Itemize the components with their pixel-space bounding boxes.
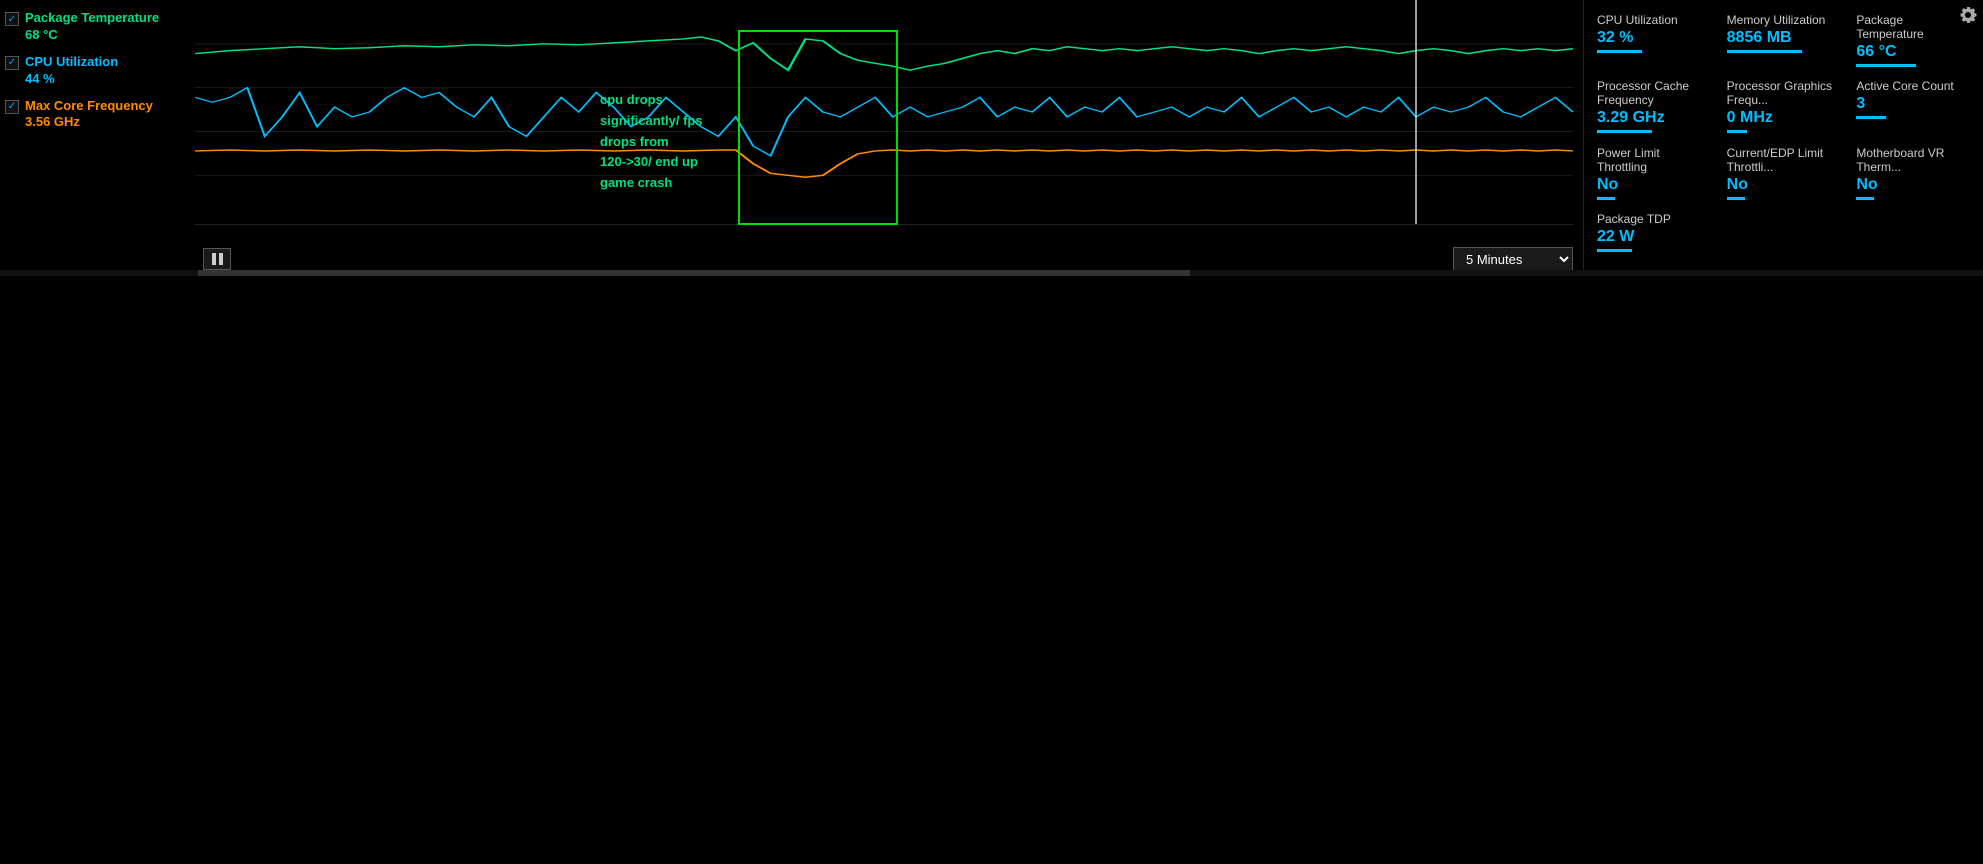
stat-value-pkg-temp: 66 °C bbox=[1856, 43, 1970, 61]
legend-value-max-core-freq: 3.56 GHz bbox=[25, 114, 153, 131]
annotation-line-5: game crash bbox=[600, 173, 703, 194]
stat-bar-edp-limit bbox=[1727, 197, 1745, 200]
stat-value-mb-vr-therm: No bbox=[1856, 176, 1970, 194]
legend-text-cpu-util: CPU Utilization 44 % bbox=[25, 54, 118, 88]
stat-value-power-limit: No bbox=[1597, 176, 1711, 194]
stat-bar-active-cores bbox=[1856, 116, 1886, 119]
annotation-line-2: significantly/ fps bbox=[600, 111, 703, 132]
chart-area[interactable]: cpu drops significantly/ fps drops from … bbox=[195, 0, 1573, 225]
stat-value-mem-util: 8856 MB bbox=[1727, 29, 1841, 47]
annotation-text: cpu drops significantly/ fps drops from … bbox=[600, 90, 703, 194]
stat-bar-mb-vr-therm bbox=[1856, 197, 1874, 200]
legend-title-max-core-freq: Max Core Frequency bbox=[25, 98, 153, 115]
checkbox-cpu-util[interactable] bbox=[5, 56, 19, 70]
legend-title-package-temp: Package Temperature bbox=[25, 10, 159, 27]
stat-value-edp-limit: No bbox=[1727, 176, 1841, 194]
legend-item-package-temp[interactable]: Package Temperature 68 °C bbox=[5, 10, 195, 44]
pause-bar-left bbox=[212, 253, 216, 265]
annotation-line-4: 120->30/ end up bbox=[600, 152, 703, 173]
pause-bar-right bbox=[219, 253, 223, 265]
stat-bar-mem-util bbox=[1727, 50, 1802, 53]
chart-svg bbox=[195, 0, 1573, 224]
stat-cache-freq: Processor Cache Frequency 3.29 GHz bbox=[1589, 74, 1719, 140]
legend-text-max-core-freq: Max Core Frequency 3.56 GHz bbox=[25, 98, 153, 132]
legend-title-cpu-util: CPU Utilization bbox=[25, 54, 118, 71]
stat-memory-utilization: Memory Utilization 8856 MB bbox=[1719, 8, 1849, 74]
pause-button[interactable] bbox=[203, 248, 231, 270]
stat-label-gpu-freq: Processor Graphics Frequ... bbox=[1727, 79, 1841, 107]
stat-gpu-freq: Processor Graphics Frequ... 0 MHz bbox=[1719, 74, 1849, 140]
stat-label-cache-freq: Processor Cache Frequency bbox=[1597, 79, 1711, 107]
time-range-select[interactable]: 5 Minutes 10 Minutes 30 Minutes 1 Hour bbox=[1453, 247, 1573, 272]
stat-label-pkg-temp: Package Temperature bbox=[1856, 13, 1970, 41]
legend-panel: Package Temperature 68 °C CPU Utilizatio… bbox=[5, 10, 195, 141]
stat-bar-package-tdp bbox=[1597, 249, 1632, 252]
stat-label-edp-limit: Current/EDP Limit Throttli... bbox=[1727, 146, 1841, 174]
stat-label-power-limit: Power Limit Throttling bbox=[1597, 146, 1711, 174]
stat-value-cache-freq: 3.29 GHz bbox=[1597, 109, 1711, 127]
stat-value-gpu-freq: 0 MHz bbox=[1727, 109, 1841, 127]
stat-bar-cpu-util bbox=[1597, 50, 1642, 53]
stat-value-cpu-util: 32 % bbox=[1597, 29, 1711, 47]
stat-cpu-utilization: CPU Utilization 32 % bbox=[1589, 8, 1719, 74]
legend-item-cpu-util[interactable]: CPU Utilization 44 % bbox=[5, 54, 195, 88]
stat-active-cores: Active Core Count 3 bbox=[1848, 74, 1978, 140]
scrollbar[interactable] bbox=[0, 270, 1983, 276]
stat-edp-limit: Current/EDP Limit Throttli... No bbox=[1719, 141, 1849, 207]
main-app-container: Package Temperature 68 °C CPU Utilizatio… bbox=[0, 0, 1983, 280]
stat-bar-cache-freq bbox=[1597, 130, 1652, 133]
stat-label-cpu-util: CPU Utilization bbox=[1597, 13, 1711, 27]
legend-item-max-core-freq[interactable]: Max Core Frequency 3.56 GHz bbox=[5, 98, 195, 132]
stat-value-package-tdp: 22 W bbox=[1597, 228, 1711, 246]
annotation-line-3: drops from bbox=[600, 132, 703, 153]
stat-label-active-cores: Active Core Count bbox=[1856, 79, 1970, 93]
stat-label-package-tdp: Package TDP bbox=[1597, 212, 1711, 226]
scrollbar-thumb bbox=[198, 270, 1190, 276]
legend-text-package-temp: Package Temperature 68 °C bbox=[25, 10, 159, 44]
legend-value-package-temp: 68 °C bbox=[25, 27, 159, 44]
legend-value-cpu-util: 44 % bbox=[25, 71, 118, 88]
pause-icon bbox=[212, 253, 223, 265]
stats-panel: CPU Utilization 32 % Memory Utilization … bbox=[1583, 0, 1983, 270]
stat-label-mem-util: Memory Utilization bbox=[1727, 13, 1841, 27]
stat-package-tdp: Package TDP 22 W bbox=[1589, 207, 1719, 259]
stat-bar-gpu-freq bbox=[1727, 130, 1747, 133]
annotation-line-1: cpu drops bbox=[600, 90, 703, 111]
stat-value-active-cores: 3 bbox=[1856, 95, 1970, 113]
checkbox-package-temp[interactable] bbox=[5, 12, 19, 26]
checkbox-max-core-freq[interactable] bbox=[5, 100, 19, 114]
stat-mb-vr-therm: Motherboard VR Therm... No bbox=[1848, 141, 1978, 207]
stat-label-mb-vr-therm: Motherboard VR Therm... bbox=[1856, 146, 1970, 174]
stat-power-limit: Power Limit Throttling No bbox=[1589, 141, 1719, 207]
stat-bar-pkg-temp bbox=[1856, 64, 1916, 67]
stat-bar-power-limit bbox=[1597, 197, 1615, 200]
settings-icon[interactable] bbox=[1959, 6, 1977, 27]
